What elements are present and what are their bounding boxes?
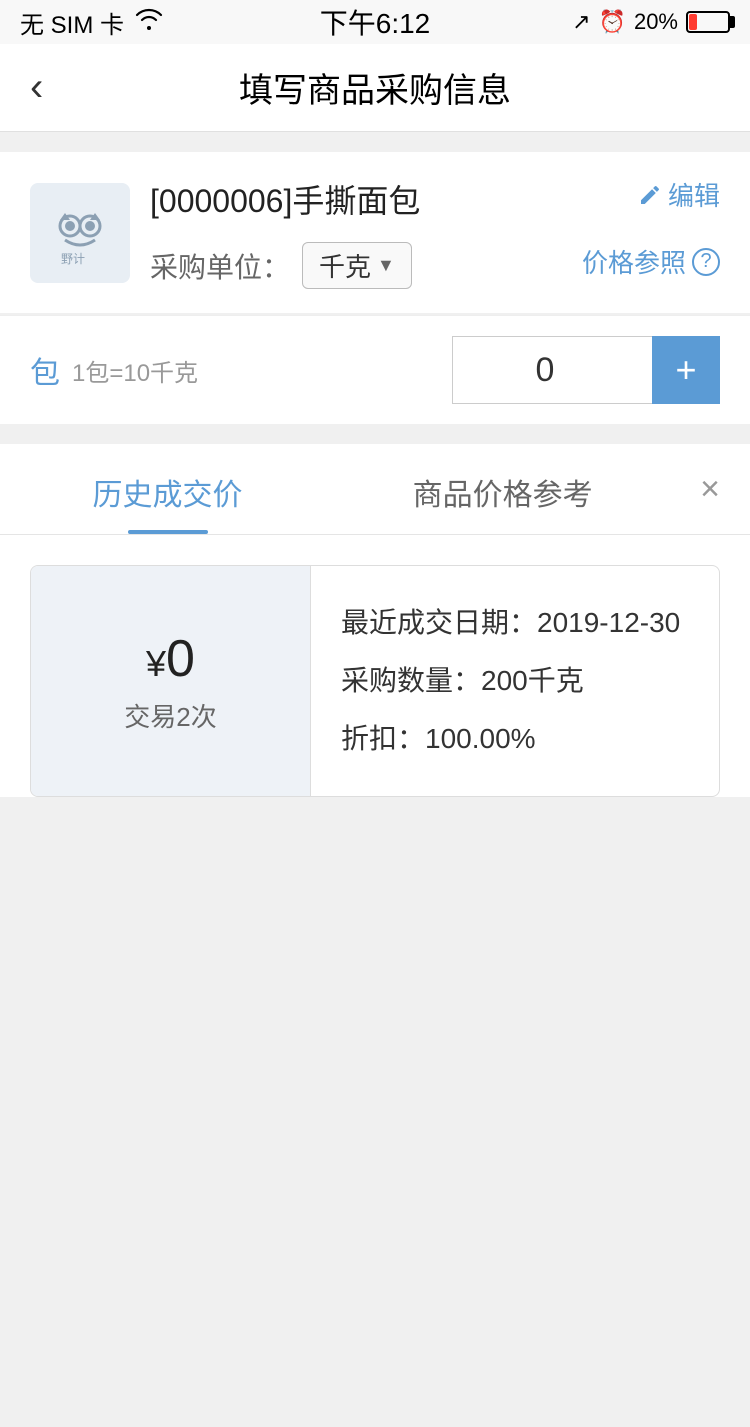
battery-fill xyxy=(689,14,697,30)
price-ref-button[interactable]: 价格参照 ? xyxy=(582,243,720,280)
qty-conversion: 1包=10千克 xyxy=(72,353,198,388)
unit-label: 采购单位： xyxy=(150,246,290,286)
product-thumbnail: 野计 xyxy=(30,183,130,283)
wifi-icon xyxy=(134,8,164,37)
nav-bar: ‹ 填写商品采购信息 xyxy=(0,44,750,132)
battery-icon xyxy=(686,11,730,33)
unit-value: 千克 xyxy=(319,247,371,284)
alarm-icon: ⏰ xyxy=(599,9,626,35)
help-icon: ? xyxy=(692,248,720,276)
dropdown-arrow-icon: ▼ xyxy=(377,255,395,276)
price-amount: ¥0 xyxy=(146,629,195,689)
svg-text:野计: 野计 xyxy=(61,252,85,266)
price-last-date: 最近成交日期：2019-12-30 xyxy=(341,602,689,644)
status-bar: 无 SIM 卡 下午6:12 ↗ ⏰ 20% xyxy=(0,0,750,44)
price-discount-value: 100.00% xyxy=(425,723,536,754)
product-left: 野计 [0000006]手撕面包 采购单位： 千克 ▼ xyxy=(30,176,420,289)
price-quantity-label: 采购数量： xyxy=(341,665,481,696)
edit-label: 编辑 xyxy=(668,176,720,213)
price-currency: ¥ xyxy=(146,643,166,684)
quantity-plus-button[interactable]: + xyxy=(652,336,720,404)
product-card: 野计 [0000006]手撕面包 采购单位： 千克 ▼ 编辑 xyxy=(0,152,750,313)
back-button[interactable]: ‹ xyxy=(30,65,43,110)
tab-history-price-label: 历史成交价 xyxy=(93,479,243,512)
status-left: 无 SIM 卡 xyxy=(20,5,164,40)
price-last-date-value: 2019-12-30 xyxy=(537,607,680,638)
quantity-input[interactable] xyxy=(452,336,652,404)
tab-close-button[interactable]: × xyxy=(670,470,750,509)
tab-price-reference[interactable]: 商品价格参考 xyxy=(335,444,670,534)
bottom-area xyxy=(0,827,750,1427)
quantity-label: 包 1包=10千克 xyxy=(30,348,198,392)
status-right: ↗ ⏰ 20% xyxy=(572,9,730,35)
price-value: 0 xyxy=(166,630,195,688)
price-quantity: 采购数量：200千克 xyxy=(341,660,689,702)
quantity-section: 包 1包=10千克 + xyxy=(0,315,750,424)
product-info: [0000006]手撕面包 采购单位： 千克 ▼ xyxy=(150,176,420,289)
product-right-actions: 编辑 价格参照 ? xyxy=(582,176,720,280)
tab-header: 历史成交价 商品价格参考 × xyxy=(0,444,750,535)
tab-history-price[interactable]: 历史成交价 xyxy=(0,444,335,534)
price-card: ¥0 交易2次 最近成交日期：2019-12-30 采购数量：200千克 折扣：… xyxy=(30,565,720,797)
price-last-date-label: 最近成交日期： xyxy=(341,607,537,638)
price-discount: 折扣：100.00% xyxy=(341,718,689,760)
price-quantity-value: 200千克 xyxy=(481,665,584,696)
quantity-control: + xyxy=(452,336,720,404)
edit-button[interactable]: 编辑 xyxy=(638,176,720,213)
price-trade-count: 交易2次 xyxy=(124,697,216,734)
battery-percent: 20% xyxy=(634,9,678,35)
location-icon: ↗ xyxy=(572,9,590,35)
page-title: 填写商品采购信息 xyxy=(239,63,511,112)
product-header: 野计 [0000006]手撕面包 采购单位： 千克 ▼ 编辑 xyxy=(30,176,720,289)
price-ref-label: 价格参照 xyxy=(582,243,686,280)
unit-dropdown[interactable]: 千克 ▼ xyxy=(302,242,412,289)
tab-price-reference-label: 商品价格参考 xyxy=(413,479,593,512)
product-unit-row: 采购单位： 千克 ▼ xyxy=(150,242,420,289)
price-left: ¥0 交易2次 xyxy=(31,566,311,796)
product-name: [0000006]手撕面包 xyxy=(150,176,420,222)
price-right: 最近成交日期：2019-12-30 采购数量：200千克 折扣：100.00% xyxy=(311,566,719,796)
status-time: 下午6:12 xyxy=(320,2,431,42)
carrier-label: 无 SIM 卡 xyxy=(20,5,124,40)
price-discount-label: 折扣： xyxy=(341,723,425,754)
qty-unit-badge: 包 xyxy=(30,348,60,392)
tab-panel: 历史成交价 商品价格参考 × ¥0 交易2次 最近成交日期：2019-12-30… xyxy=(0,444,750,797)
